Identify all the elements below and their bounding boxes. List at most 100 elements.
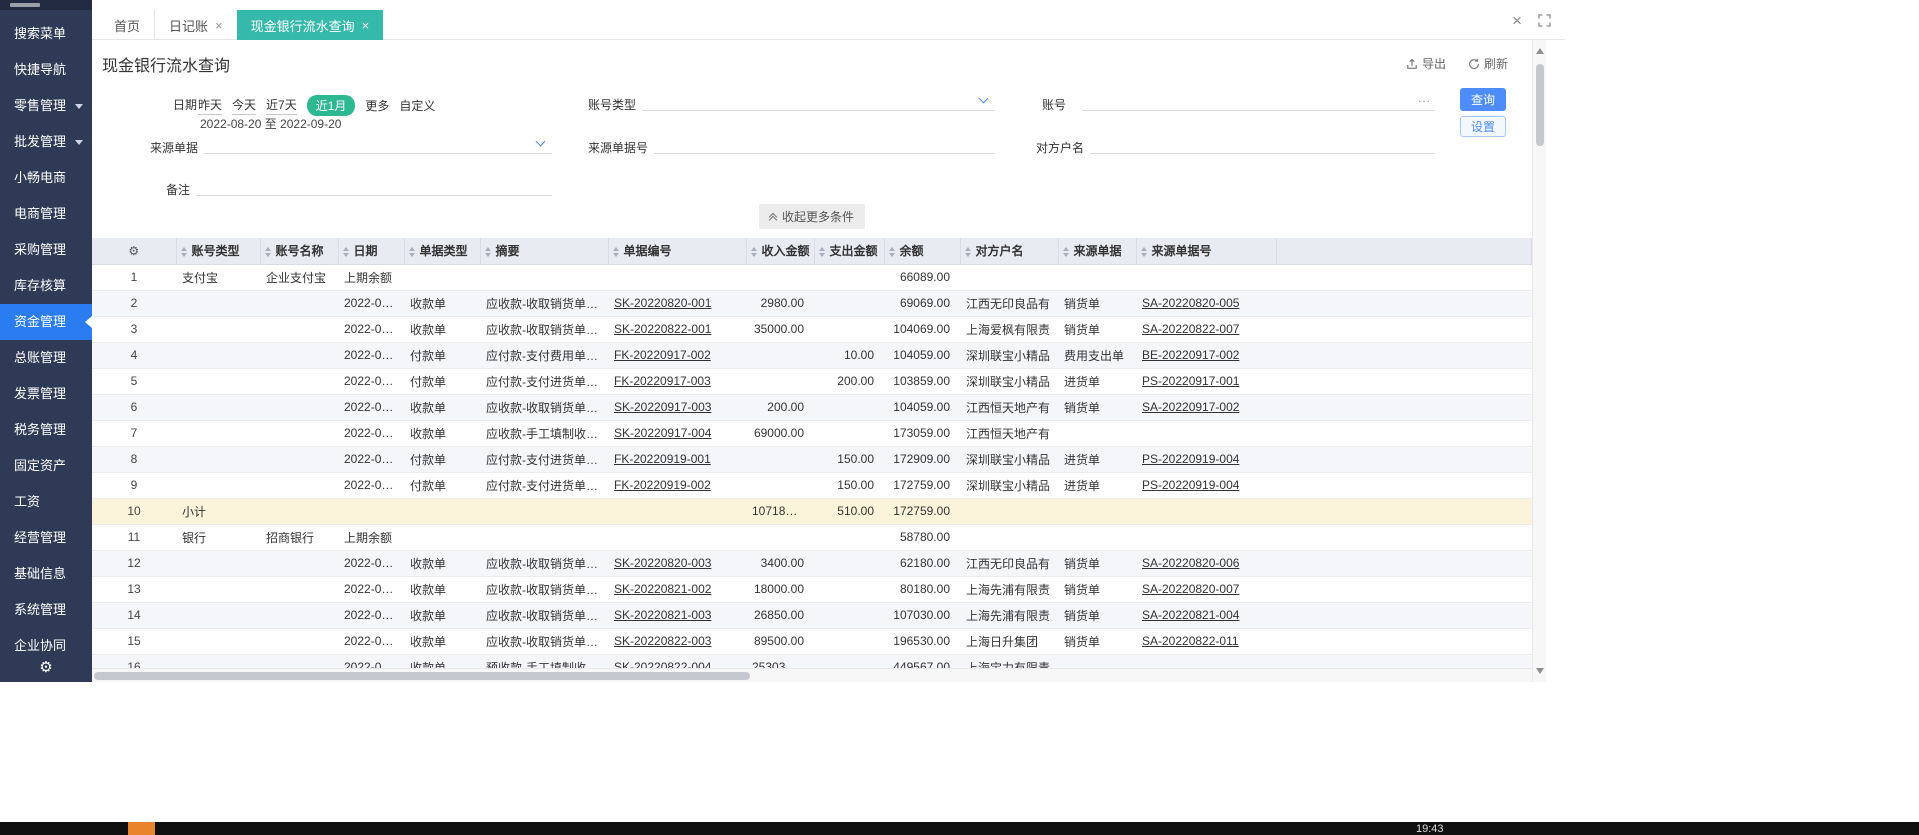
sidebar-item-11[interactable]: 发票管理	[0, 376, 92, 412]
document-link[interactable]: SK-20220917-004	[614, 426, 711, 440]
document-link[interactable]: SK-20220820-003	[614, 556, 711, 570]
fullscreen-icon[interactable]	[1538, 14, 1551, 27]
sort-icon[interactable]	[612, 247, 619, 258]
tab-3[interactable]: 现金银行流水查询 ×	[236, 10, 384, 40]
chevron-down-icon[interactable]	[535, 136, 546, 147]
account-input[interactable]: ...	[1082, 89, 1435, 111]
document-link[interactable]: FK-20220919-002	[614, 478, 711, 492]
column-header[interactable]: 对方户名	[960, 238, 1059, 265]
table-row[interactable]: 13 2022-08-21 收款单 应收款-收取销货单SA-20 SK-20220821…	[92, 576, 1532, 603]
sidebar-item-10[interactable]: 总账管理	[0, 340, 92, 376]
column-header[interactable]: 来源单据号	[1136, 238, 1277, 265]
sidebar-item-3[interactable]: 零售管理	[0, 88, 92, 124]
document-link[interactable]: FK-20220917-003	[614, 374, 711, 388]
taskbar-app-icon[interactable]	[128, 822, 155, 835]
document-link[interactable]: SK-20220821-002	[614, 582, 711, 596]
column-header[interactable]: 余额	[884, 238, 961, 265]
export-button[interactable]: 导出	[1406, 55, 1446, 72]
sidebar-item-5[interactable]: 小畅电商	[0, 160, 92, 196]
sidebar-item-6[interactable]: 电商管理	[0, 196, 92, 232]
tab-1[interactable]: 首页	[100, 10, 154, 40]
table-row-subtotal[interactable]: 10 小计 107180.00 510.00 172759.00	[92, 498, 1532, 525]
sort-icon[interactable]	[1140, 247, 1147, 258]
sidebar-item-1[interactable]: 搜索菜单	[0, 16, 92, 52]
source-doc-select[interactable]	[204, 132, 552, 154]
chevron-down-icon[interactable]	[978, 93, 989, 104]
document-link[interactable]: SA-20220917-002	[1142, 400, 1239, 414]
column-settings-gear-icon[interactable]: ⚙	[92, 238, 177, 265]
document-link[interactable]: BE-20220917-002	[1142, 348, 1239, 362]
sidebar-item-13[interactable]: 固定资产	[0, 448, 92, 484]
sidebar-item-12[interactable]: 税务管理	[0, 412, 92, 448]
horizontal-scroll-thumb[interactable]	[94, 672, 750, 680]
column-header[interactable]: 单据编号	[608, 238, 747, 265]
date-quick-button-2[interactable]: 今天	[232, 96, 257, 115]
document-link[interactable]: SA-20220821-004	[1142, 608, 1239, 622]
document-link[interactable]: SA-20220820-007	[1142, 582, 1239, 596]
column-header[interactable]: 账号类型	[176, 238, 261, 265]
table-row[interactable]: 15 2022-08-22 收款单 应收款-收取销货单SA-20 SK-20220822…	[92, 628, 1532, 655]
table-row[interactable]: 2 2022-08-20 收款单 应收款-收取销货单SA-20 SK-20220820-…	[92, 290, 1532, 317]
table-row[interactable]: 5 2022-09-17付款单应付款-支付进货单PS-20. FK-20220917…	[92, 368, 1532, 395]
document-link[interactable]: SK-20220820-001	[614, 296, 711, 310]
close-tab-icon[interactable]: ×	[215, 19, 223, 32]
document-link[interactable]: PS-20220917-001	[1142, 374, 1239, 388]
column-header[interactable]: 来源单据	[1058, 238, 1137, 265]
sort-icon[interactable]	[750, 247, 757, 258]
document-link[interactable]: SA-20220820-005	[1142, 296, 1239, 310]
vertical-scroll-thumb[interactable]	[1536, 64, 1544, 146]
remark-input[interactable]	[196, 174, 552, 196]
sidebar-item-4[interactable]: 批发管理	[0, 124, 92, 160]
table-row[interactable]: 1 支付宝 企业支付宝 上期余额 66089.00	[92, 264, 1532, 291]
date-quick-button-6[interactable]: 自定义	[399, 97, 435, 114]
source-doc-no-input[interactable]	[654, 132, 995, 154]
table-row[interactable]: 3 2022-08-22 收款单 应收款-收取销货单SA-20 SK-20220822-…	[92, 316, 1532, 343]
settings-button[interactable]: 设置	[1460, 116, 1506, 137]
column-header[interactable]: 账号名称	[260, 238, 339, 265]
sidebar-item-7[interactable]: 采购管理	[0, 232, 92, 268]
sidebar-settings-gear-icon[interactable]: ⚙	[0, 658, 92, 676]
document-link[interactable]: SA-20220820-006	[1142, 556, 1239, 570]
document-link[interactable]: FK-20220919-001	[614, 452, 711, 466]
sort-icon[interactable]	[264, 247, 271, 258]
date-range-value[interactable]: 2022-08-20 至 2022-09-20	[200, 115, 341, 132]
sidebar-item-15[interactable]: 经营管理	[0, 520, 92, 556]
sort-icon[interactable]	[484, 247, 491, 258]
column-header[interactable]: 支出金额	[814, 238, 885, 265]
table-row[interactable]: 14 2022-08-21 收款单 应收款-收取销货单SA-20 SK-20220821…	[92, 602, 1532, 629]
close-window-icon[interactable]: ×	[1512, 12, 1522, 29]
table-row[interactable]: 9 2022-09-19付款单应付款-支付进货单PS-20. FK-20220919…	[92, 472, 1532, 499]
table-row[interactable]: 16 2022-08-22收款单预收款-手工填制收款单SH SK-20220822-…	[92, 654, 1532, 668]
table-row[interactable]: 7 2022-09-17收款单应收款-手工填制收款单SH SK-20220917-0…	[92, 420, 1532, 447]
column-header[interactable]: 日期	[338, 238, 405, 265]
document-link[interactable]: SK-20220917-003	[614, 400, 711, 414]
sidebar-item-16[interactable]: 基础信息	[0, 556, 92, 592]
sort-icon[interactable]	[1062, 247, 1069, 258]
document-link[interactable]: FK-20220917-002	[614, 348, 711, 362]
document-link[interactable]: PS-20220919-004	[1142, 478, 1239, 492]
table-row[interactable]: 11 银行 招商银行 上期余额 58780.00	[92, 524, 1532, 551]
sidebar-item-17[interactable]: 系统管理	[0, 592, 92, 628]
document-link[interactable]: SK-20220822-004	[614, 660, 711, 668]
table-row[interactable]: 12 2022-08-20 收款单 应收款-收取销货单SA-20 SK-20220820…	[92, 550, 1532, 577]
sort-icon[interactable]	[888, 247, 895, 258]
account-browse-button[interactable]: ...	[1418, 91, 1431, 105]
column-header[interactable]: 收入金额	[746, 238, 815, 265]
scroll-up-arrow[interactable]	[1536, 48, 1544, 54]
date-quick-button-5[interactable]: 更多	[365, 97, 389, 114]
table-row[interactable]: 8 2022-09-19付款单应付款-支付进货单PS-20. FK-20220919…	[92, 446, 1532, 473]
column-header[interactable]: 摘要	[480, 238, 609, 265]
document-link[interactable]: SK-20220822-003	[614, 634, 711, 648]
refresh-button[interactable]: 刷新	[1468, 55, 1508, 72]
sidebar-item-8[interactable]: 库存核算	[0, 268, 92, 304]
document-link[interactable]: SK-20220821-003	[614, 608, 711, 622]
query-button[interactable]: 查询	[1460, 88, 1506, 111]
sidebar-item-2[interactable]: 快捷导航	[0, 52, 92, 88]
sort-icon[interactable]	[408, 247, 415, 258]
scroll-down-arrow[interactable]	[1536, 668, 1544, 674]
counterparty-input[interactable]	[1090, 132, 1435, 154]
close-tab-icon[interactable]: ×	[362, 19, 370, 32]
document-link[interactable]: SA-20220822-011	[1142, 634, 1239, 648]
date-quick-button-1[interactable]: 昨天	[198, 96, 223, 115]
sort-icon[interactable]	[818, 247, 825, 258]
